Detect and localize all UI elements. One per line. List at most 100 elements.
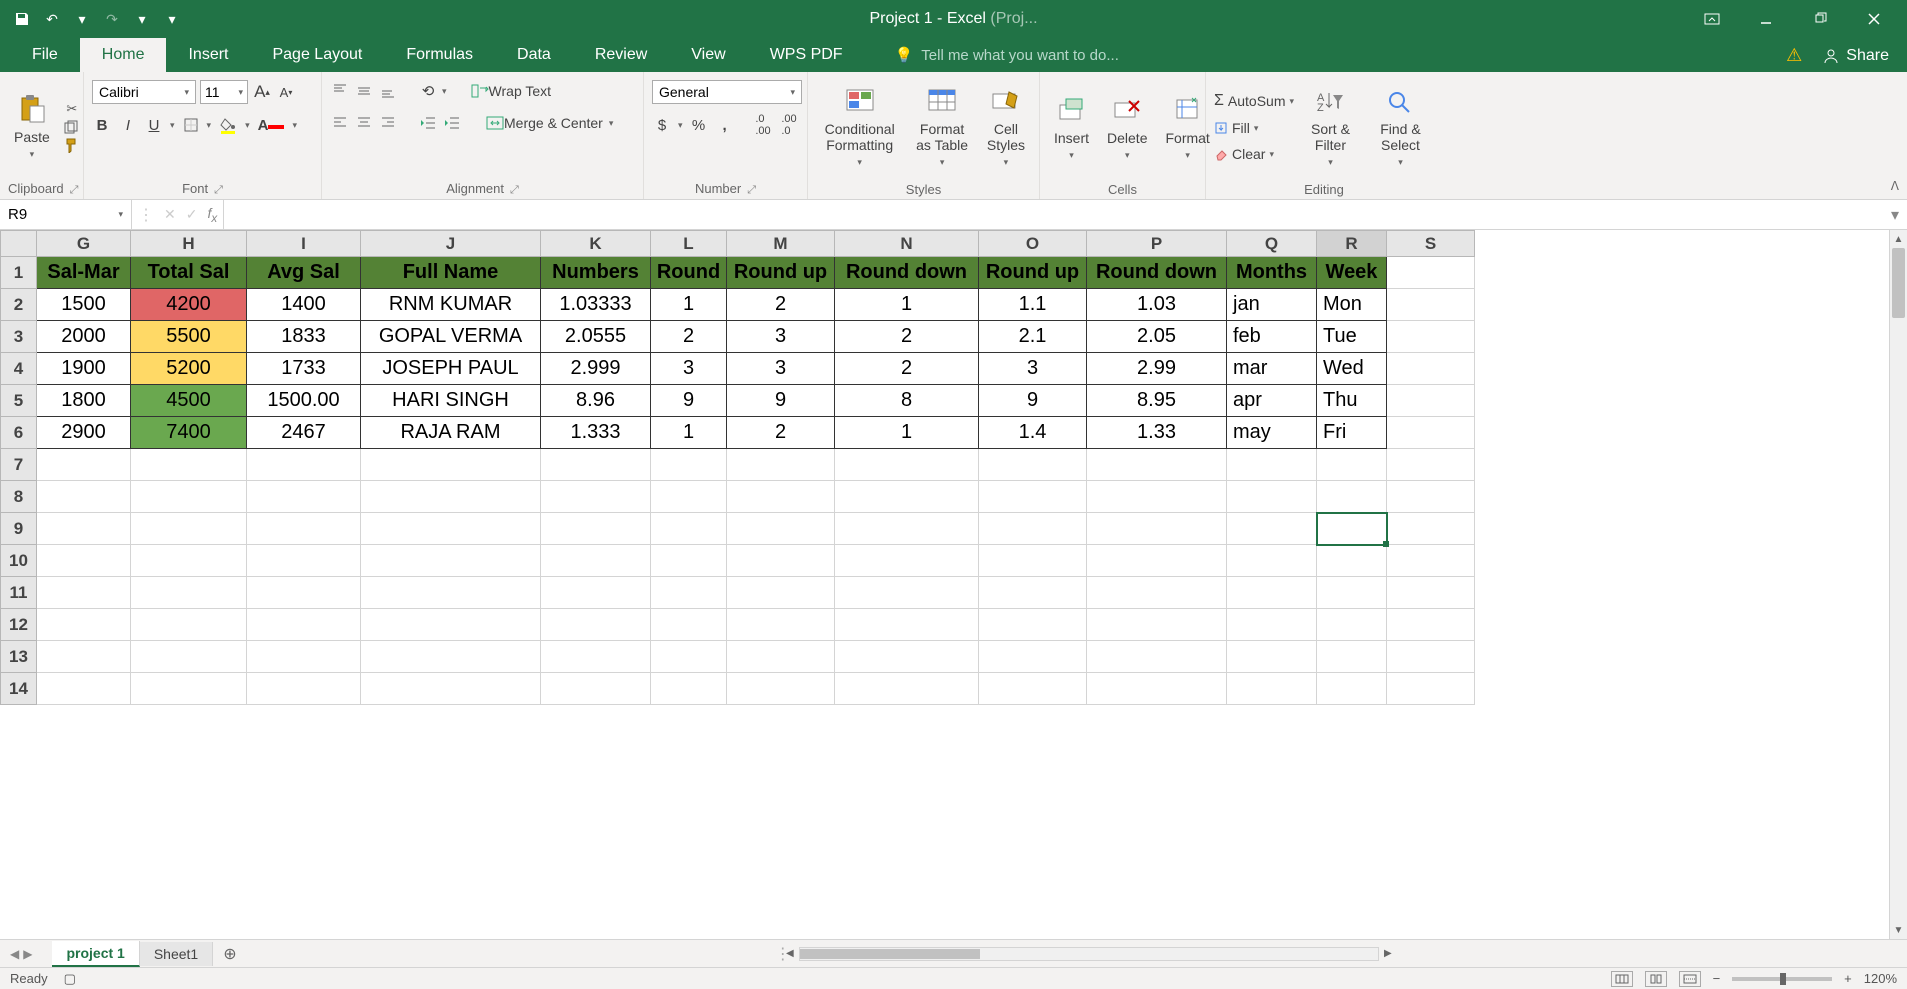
cell-G7[interactable] bbox=[37, 449, 131, 481]
cell-M13[interactable] bbox=[727, 641, 835, 673]
horizontal-scrollbar[interactable]: ◀ ▶ bbox=[799, 947, 1379, 961]
cell-L5[interactable]: 9 bbox=[651, 385, 727, 417]
formula-input[interactable] bbox=[224, 200, 1883, 229]
cell-I12[interactable] bbox=[247, 609, 361, 641]
scroll-right-icon[interactable]: ▶ bbox=[1380, 948, 1396, 960]
col-header-K[interactable]: K bbox=[541, 231, 651, 257]
cell-K5[interactable]: 8.96 bbox=[541, 385, 651, 417]
bold-button[interactable]: B bbox=[92, 114, 112, 136]
align-right-icon[interactable] bbox=[378, 112, 398, 134]
row-header-13[interactable]: 13 bbox=[1, 641, 37, 673]
vertical-scrollbar[interactable]: ▲ ▼ bbox=[1889, 230, 1907, 939]
cell-L12[interactable] bbox=[651, 609, 727, 641]
align-center-icon[interactable] bbox=[354, 112, 374, 134]
tab-insert[interactable]: Insert bbox=[166, 38, 250, 72]
page-layout-view-icon[interactable] bbox=[1645, 971, 1667, 987]
cell-J10[interactable] bbox=[361, 545, 541, 577]
cell-L8[interactable] bbox=[651, 481, 727, 513]
cell-R8[interactable] bbox=[1317, 481, 1387, 513]
cell-G12[interactable] bbox=[37, 609, 131, 641]
tab-home[interactable]: Home bbox=[80, 38, 167, 72]
cell-O6[interactable]: 1.4 bbox=[979, 417, 1087, 449]
cell-L13[interactable] bbox=[651, 641, 727, 673]
cell-L14[interactable] bbox=[651, 673, 727, 705]
row-header-7[interactable]: 7 bbox=[1, 449, 37, 481]
row-header-11[interactable]: 11 bbox=[1, 577, 37, 609]
cell-N2[interactable]: 1 bbox=[835, 289, 979, 321]
cell-G14[interactable] bbox=[37, 673, 131, 705]
row-header-4[interactable]: 4 bbox=[1, 353, 37, 385]
increase-decimal-icon[interactable]: .0.00 bbox=[753, 114, 773, 136]
font-name-select[interactable]: Calibri▾ bbox=[92, 80, 196, 104]
page-break-view-icon[interactable] bbox=[1679, 971, 1701, 987]
col-header-G[interactable]: G bbox=[37, 231, 131, 257]
col-header-O[interactable]: O bbox=[979, 231, 1087, 257]
align-bottom-icon[interactable] bbox=[378, 80, 398, 102]
cell-P1[interactable]: Round down bbox=[1087, 257, 1227, 289]
cell-K9[interactable] bbox=[541, 513, 651, 545]
cell-M6[interactable]: 2 bbox=[727, 417, 835, 449]
cell-G9[interactable] bbox=[37, 513, 131, 545]
cell-O13[interactable] bbox=[979, 641, 1087, 673]
cell-G5[interactable]: 1800 bbox=[37, 385, 131, 417]
cell-P4[interactable]: 2.99 bbox=[1087, 353, 1227, 385]
cell-H3[interactable]: 5500 bbox=[131, 321, 247, 353]
close-icon[interactable] bbox=[1859, 4, 1889, 34]
cell-P13[interactable] bbox=[1087, 641, 1227, 673]
cell-I8[interactable] bbox=[247, 481, 361, 513]
align-middle-icon[interactable] bbox=[354, 80, 374, 102]
scroll-down-icon[interactable]: ▼ bbox=[1890, 921, 1907, 939]
cell-P12[interactable] bbox=[1087, 609, 1227, 641]
enter-formula-icon[interactable]: ✓ bbox=[186, 206, 198, 223]
cell-O1[interactable]: Round up bbox=[979, 257, 1087, 289]
cell-L2[interactable]: 1 bbox=[651, 289, 727, 321]
cell-K6[interactable]: 1.333 bbox=[541, 417, 651, 449]
cell-J2[interactable]: RNM KUMAR bbox=[361, 289, 541, 321]
col-header-P[interactable]: P bbox=[1087, 231, 1227, 257]
col-header-R[interactable]: R bbox=[1317, 231, 1387, 257]
cell-M9[interactable] bbox=[727, 513, 835, 545]
cell-Q14[interactable] bbox=[1227, 673, 1317, 705]
align-top-icon[interactable] bbox=[330, 80, 350, 102]
cell-G3[interactable]: 2000 bbox=[37, 321, 131, 353]
cell-G6[interactable]: 2900 bbox=[37, 417, 131, 449]
cell-P14[interactable] bbox=[1087, 673, 1227, 705]
sheet-tab-project1[interactable]: project 1 bbox=[52, 941, 139, 967]
sheet-nav-next-icon[interactable]: ▶ bbox=[23, 947, 32, 961]
cell-I3[interactable]: 1833 bbox=[247, 321, 361, 353]
cell-O4[interactable]: 3 bbox=[979, 353, 1087, 385]
normal-view-icon[interactable] bbox=[1611, 971, 1633, 987]
tab-page-layout[interactable]: Page Layout bbox=[250, 38, 384, 72]
cell-J1[interactable]: Full Name bbox=[361, 257, 541, 289]
cell-S7[interactable] bbox=[1387, 449, 1475, 481]
cell-Q5[interactable]: apr bbox=[1227, 385, 1317, 417]
redo-dropdown-icon[interactable]: ▾ bbox=[132, 9, 152, 29]
clipboard-launcher-icon[interactable]: ⤢ bbox=[64, 184, 79, 196]
cell-Q9[interactable] bbox=[1227, 513, 1317, 545]
cell-N3[interactable]: 2 bbox=[835, 321, 979, 353]
cell-I10[interactable] bbox=[247, 545, 361, 577]
cell-S8[interactable] bbox=[1387, 481, 1475, 513]
save-icon[interactable] bbox=[12, 9, 32, 29]
cell-H11[interactable] bbox=[131, 577, 247, 609]
cell-O3[interactable]: 2.1 bbox=[979, 321, 1087, 353]
cell-M11[interactable] bbox=[727, 577, 835, 609]
cell-Q1[interactable]: Months bbox=[1227, 257, 1317, 289]
cell-J11[interactable] bbox=[361, 577, 541, 609]
scroll-up-icon[interactable]: ▲ bbox=[1890, 230, 1907, 248]
cell-P2[interactable]: 1.03 bbox=[1087, 289, 1227, 321]
cell-G10[interactable] bbox=[37, 545, 131, 577]
col-header-Q[interactable]: Q bbox=[1227, 231, 1317, 257]
cell-M10[interactable] bbox=[727, 545, 835, 577]
cell-H1[interactable]: Total Sal bbox=[131, 257, 247, 289]
cell-O2[interactable]: 1.1 bbox=[979, 289, 1087, 321]
format-painter-icon[interactable] bbox=[62, 137, 82, 153]
cell-S5[interactable] bbox=[1387, 385, 1475, 417]
cell-I1[interactable]: Avg Sal bbox=[247, 257, 361, 289]
cell-R5[interactable]: Thu bbox=[1317, 385, 1387, 417]
col-header-L[interactable]: L bbox=[651, 231, 727, 257]
cell-K8[interactable] bbox=[541, 481, 651, 513]
name-box[interactable]: R9▾ bbox=[0, 200, 132, 229]
cell-N1[interactable]: Round down bbox=[835, 257, 979, 289]
cell-H13[interactable] bbox=[131, 641, 247, 673]
